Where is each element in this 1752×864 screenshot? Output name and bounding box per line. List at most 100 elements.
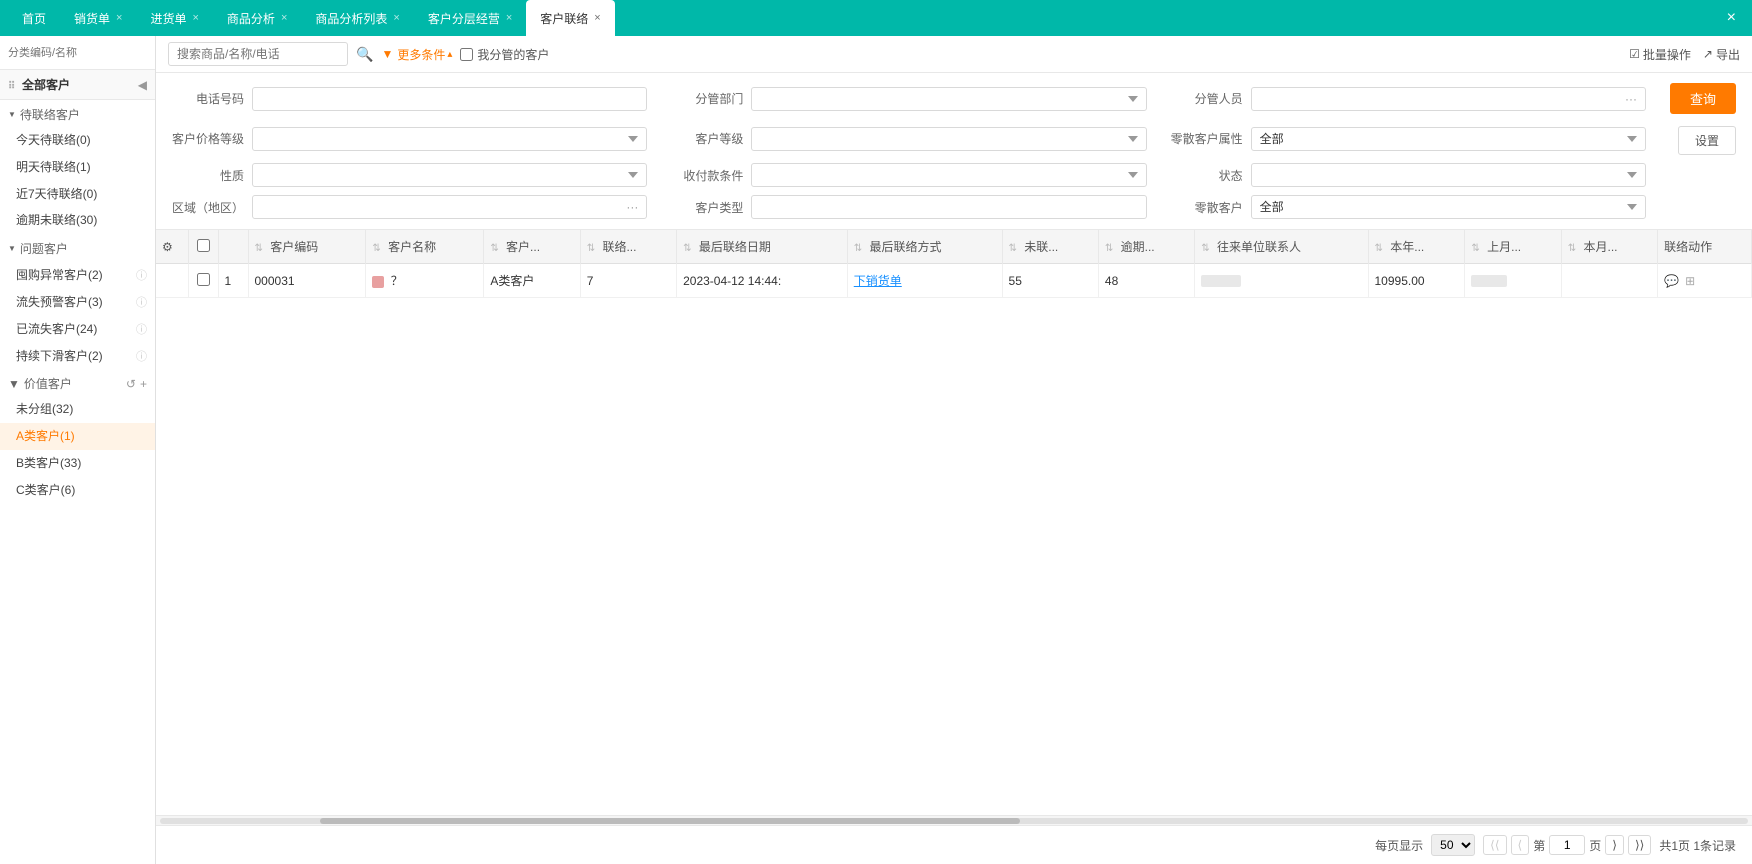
nav-goods-list[interactable]: 商品分析列表 ×: [301, 0, 413, 36]
row-code[interactable]: 000031: [248, 264, 366, 298]
table-col-last-month[interactable]: ⇅ 上月...: [1465, 230, 1561, 264]
nav-purchase[interactable]: 进货单 ×: [136, 0, 212, 36]
filter-nature-select[interactable]: [252, 163, 647, 187]
table-col-overdue[interactable]: ⇅ 逾期...: [1098, 230, 1194, 264]
nav-home[interactable]: 首页: [8, 0, 60, 36]
table-gear-col[interactable]: ⚙: [156, 230, 188, 264]
sidebar-item-loss-warning[interactable]: 流失预警客户(3) ⓘ: [0, 288, 155, 315]
scrollbar-thumb[interactable]: [320, 818, 1020, 824]
last-page-button[interactable]: ⟩⟩: [1628, 835, 1651, 855]
filter-region-input[interactable]: ···: [252, 195, 647, 219]
filter-region-dots: ···: [626, 200, 638, 214]
filter-row-3: 性质 收付款条件 状态: [172, 163, 1736, 187]
sort-icon-code: ⇅: [255, 243, 263, 254]
nav-goods-list-close[interactable]: ×: [393, 12, 399, 24]
row-name[interactable]: ？: [366, 264, 484, 298]
nav-goods-analysis-close[interactable]: ×: [281, 12, 287, 24]
filter-retail-customer-label: 零散客户: [1171, 199, 1251, 216]
filter-customer-type-field: 客户类型: [671, 195, 1146, 219]
nav-customer-contact-close[interactable]: ×: [594, 12, 600, 24]
scrollbar-track[interactable]: [160, 818, 1748, 824]
horizontal-scrollbar[interactable]: [156, 815, 1752, 825]
filter-dept-select[interactable]: [751, 87, 1146, 111]
my-customers-checkbox-input[interactable]: [460, 48, 473, 61]
page-number-input[interactable]: [1549, 835, 1585, 855]
row-last-contact-method[interactable]: 下销货单: [847, 264, 1002, 298]
sort-icon-level: ⇅: [490, 243, 498, 254]
table-col-this-month[interactable]: ⇅ 本月...: [1561, 230, 1657, 264]
nav-purchase-label: 进货单: [150, 10, 186, 27]
filter-row-2: 客户价格等级 客户等级 零散客户属性 全部 设置: [172, 122, 1736, 155]
sidebar-item-week-pending[interactable]: 近7天待联络(0): [0, 181, 155, 208]
per-page-select[interactable]: 50: [1431, 834, 1475, 856]
sidebar-problem-group-title[interactable]: ▼ 问题客户: [0, 234, 155, 261]
sidebar-all-customers-header[interactable]: ⠿ 全部客户 ◀: [0, 70, 155, 100]
sidebar-item-tomorrow-pending[interactable]: 明天待联络(1): [0, 154, 155, 181]
row-action-qr-icon[interactable]: ⊞: [1685, 274, 1695, 288]
nav-sales-close[interactable]: ×: [116, 12, 122, 24]
filter-status-select[interactable]: [1251, 163, 1646, 187]
value-refresh-icon[interactable]: ↺: [126, 377, 136, 391]
table-col-no-contact[interactable]: ⇅ 未联...: [1002, 230, 1098, 264]
next-page-button[interactable]: ⟩: [1605, 835, 1624, 855]
my-customers-checkbox[interactable]: 我分管的客户: [460, 46, 549, 63]
sidebar-item-lost[interactable]: 已流失客户(24) ⓘ: [0, 315, 155, 342]
table-select-all-checkbox[interactable]: [197, 239, 210, 252]
close-all-button[interactable]: ×: [1719, 9, 1744, 27]
filter-customer-type-input[interactable]: [751, 195, 1146, 219]
table-col-contact-person[interactable]: ⇅ 往来单位联系人: [1195, 230, 1368, 264]
filter-person-input[interactable]: ···: [1251, 87, 1646, 111]
first-page-button[interactable]: ⟨⟨: [1483, 835, 1506, 855]
sidebar-item-overdue-pending[interactable]: 逾期未联络(30): [0, 207, 155, 234]
filter-retail-attr-field: 零散客户属性 全部: [1171, 127, 1646, 151]
filter-status-label: 状态: [1171, 167, 1251, 184]
prev-page-button[interactable]: ⟨: [1511, 835, 1530, 855]
sidebar-item-class-c[interactable]: C类客户(6): [0, 477, 155, 504]
sidebar-search-input[interactable]: [8, 47, 150, 59]
sidebar-item-today-pending[interactable]: 今天待联络(0): [0, 127, 155, 154]
nav-customer-tier[interactable]: 客户分层经营 ×: [414, 0, 526, 36]
sidebar-collapse-icon[interactable]: ◀: [138, 78, 147, 92]
sort-icon-name: ⇅: [372, 243, 380, 254]
sidebar-value-group-title[interactable]: ▼ 价值客户 ↺ +: [0, 369, 155, 396]
filter-phone-input[interactable]: [252, 87, 647, 111]
filter-price-level-select[interactable]: [252, 127, 647, 151]
table-col-level[interactable]: ⇅ 客户...: [484, 230, 580, 264]
nav-purchase-close[interactable]: ×: [192, 12, 198, 24]
more-conditions-button[interactable]: ▼ 更多条件 ▴: [381, 46, 452, 63]
filter-customer-level-select[interactable]: [751, 127, 1146, 151]
table-col-last-contact-date[interactable]: ⇅ 最后联络日期: [677, 230, 848, 264]
nav-sales[interactable]: 销货单 ×: [60, 0, 136, 36]
sidebar-pending-group-title[interactable]: ▼ 待联络客户: [0, 100, 155, 127]
table-col-code[interactable]: ⇅ 客户编码: [248, 230, 366, 264]
sidebar-item-declining[interactable]: 持续下滑客户(2) ⓘ: [0, 342, 155, 369]
filter-search-button[interactable]: 🔍: [356, 46, 373, 63]
sidebar-item-class-b[interactable]: B类客户(33): [0, 450, 155, 477]
table-col-this-year[interactable]: ⇅ 本年...: [1368, 230, 1465, 264]
nav-customer-tier-close[interactable]: ×: [506, 12, 512, 24]
value-add-icon[interactable]: +: [140, 377, 147, 391]
table-col-last-contact-method[interactable]: ⇅ 最后联络方式: [847, 230, 1002, 264]
sidebar-item-hoard-abnormal[interactable]: 囤购异常客户(2) ⓘ: [0, 261, 155, 288]
batch-operation-button[interactable]: ☑ 批量操作: [1629, 46, 1691, 63]
table-col-contact-count[interactable]: ⇅ 联络...: [580, 230, 676, 264]
sidebar-item-ungrouped[interactable]: 未分组(32): [0, 396, 155, 423]
filter-payment-select[interactable]: [751, 163, 1146, 187]
query-button[interactable]: 查询: [1670, 83, 1736, 114]
value-group-icons: ↺ +: [126, 377, 147, 391]
filter-retail-customer-select[interactable]: 全部: [1251, 195, 1646, 219]
table-row: 1 000031 ？ A类客户 7: [156, 264, 1752, 298]
customer-table-container: ⚙ ⇅ 客户编码 ⇅ 客户名称: [156, 230, 1752, 815]
row-checkbox-cell[interactable]: [188, 264, 218, 298]
table-col-name[interactable]: ⇅ 客户名称: [366, 230, 484, 264]
filter-retail-attr-select[interactable]: 全部: [1251, 127, 1646, 151]
settings-button[interactable]: 设置: [1678, 126, 1736, 155]
export-button[interactable]: ↗ 导出: [1703, 46, 1740, 63]
row-checkbox[interactable]: [197, 273, 210, 286]
filter-search-input[interactable]: [168, 42, 348, 66]
sidebar-item-class-a[interactable]: A类客户(1): [0, 423, 155, 450]
nav-goods-analysis[interactable]: 商品分析 ×: [213, 0, 301, 36]
row-action-chat-icon[interactable]: 💬: [1664, 274, 1679, 288]
nav-customer-contact[interactable]: 客户联络 ×: [526, 0, 614, 36]
table-checkbox-col[interactable]: [188, 230, 218, 264]
